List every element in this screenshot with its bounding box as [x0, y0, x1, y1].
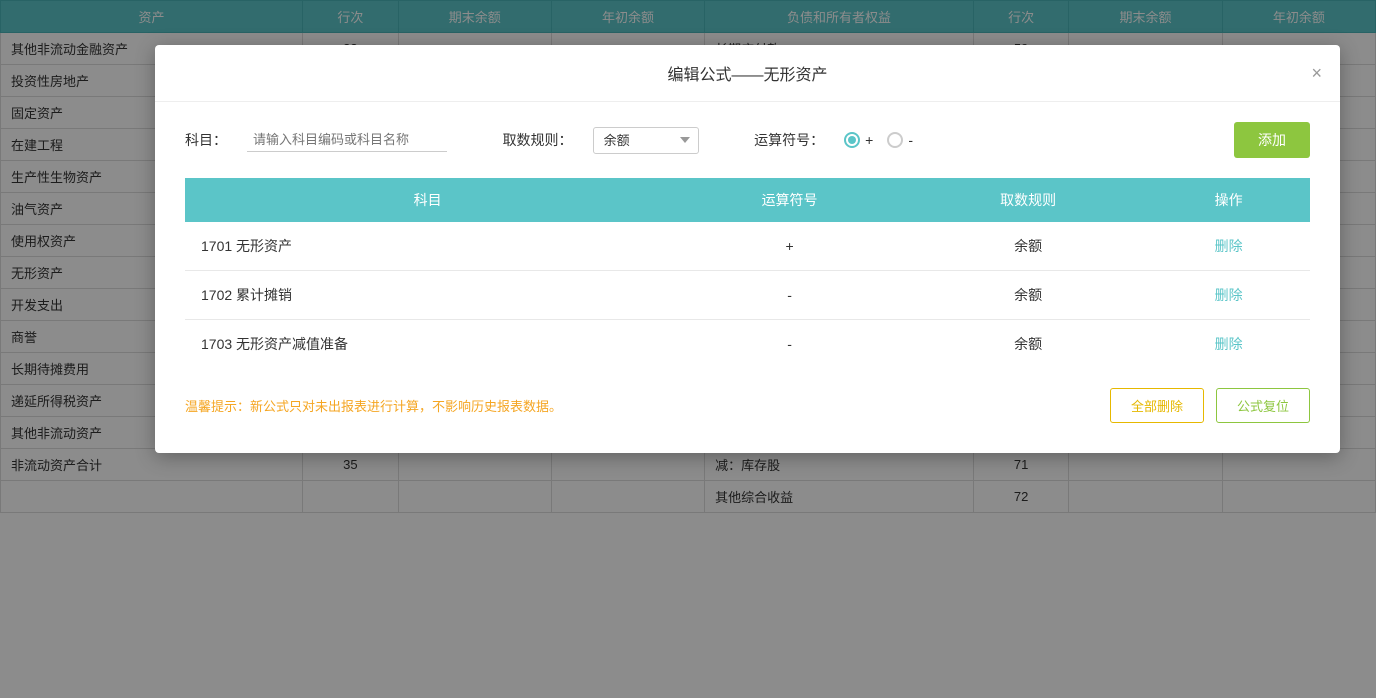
table-row: 1702 累计摊销 - 余额 删除	[185, 271, 1310, 320]
cell-subject-1: 1702 累计摊销	[185, 271, 670, 320]
table-row: 1703 无形资产减值准备 - 余额 删除	[185, 320, 1310, 369]
table-header-row: 科目 运算符号 取数规则 操作	[185, 178, 1310, 222]
th-subject: 科目	[185, 178, 670, 222]
cell-rule-0: 余额	[909, 222, 1148, 271]
formula-table-wrapper: 科目 运算符号 取数规则 操作 1701 无形资产 + 余额 删除 1702 累…	[185, 178, 1310, 368]
cell-subject-2: 1703 无形资产减值准备	[185, 320, 670, 369]
cell-action-1: 删除	[1147, 271, 1310, 320]
close-icon[interactable]: ×	[1311, 64, 1322, 82]
delete-button-0[interactable]: 删除	[1215, 238, 1243, 254]
form-row: 科目： 取数规则： 余额 借方发生额 贷方发生额 运算符号： + -	[155, 102, 1340, 178]
delete-button-1[interactable]: 删除	[1215, 287, 1243, 303]
radio-plus-circle	[844, 132, 860, 148]
th-operator: 运算符号	[670, 178, 909, 222]
separator1	[467, 132, 483, 148]
add-button[interactable]: 添加	[1234, 122, 1310, 158]
delete-all-button[interactable]: 全部删除	[1110, 388, 1204, 423]
reset-formula-button[interactable]: 公式复位	[1216, 388, 1310, 423]
cell-rule-2: 余额	[909, 320, 1148, 369]
cell-operator-1: -	[670, 271, 909, 320]
cell-action-2: 删除	[1147, 320, 1310, 369]
cell-operator-0: +	[670, 222, 909, 271]
rule-label: 取数规则：	[503, 130, 573, 150]
operator-radio-group: + -	[844, 132, 913, 148]
radio-plus[interactable]: +	[844, 132, 873, 148]
operator-label: 运算符号：	[754, 130, 824, 150]
formula-table: 科目 运算符号 取数规则 操作 1701 无形资产 + 余额 删除 1702 累…	[185, 178, 1310, 368]
cell-rule-1: 余额	[909, 271, 1148, 320]
rule-select[interactable]: 余额 借方发生额 贷方发生额	[593, 127, 699, 154]
th-action: 操作	[1147, 178, 1310, 222]
edit-formula-modal: 编辑公式——无形资产 × 科目： 取数规则： 余额 借方发生额 贷方发生额 运算…	[155, 45, 1340, 453]
table-row: 1701 无形资产 + 余额 删除	[185, 222, 1310, 271]
hint-text: 温馨提示：新公式只对未出报表进行计算，不影响历史报表数据。	[185, 396, 562, 415]
delete-button-2[interactable]: 删除	[1215, 336, 1243, 352]
radio-minus-circle	[887, 132, 903, 148]
modal-header: 编辑公式——无形资产 ×	[155, 45, 1340, 102]
subject-input[interactable]	[247, 128, 447, 152]
rule-select-group: 余额 借方发生额 贷方发生额	[593, 127, 699, 154]
modal-title: 编辑公式——无形资产	[667, 61, 827, 85]
minus-label: -	[908, 132, 913, 148]
footer-buttons: 全部删除 公式复位	[1110, 388, 1310, 423]
th-rule: 取数规则	[909, 178, 1148, 222]
cell-action-0: 删除	[1147, 222, 1310, 271]
radio-minus[interactable]: -	[887, 132, 913, 148]
cell-operator-2: -	[670, 320, 909, 369]
modal-footer: 温馨提示：新公式只对未出报表进行计算，不影响历史报表数据。 全部删除 公式复位	[155, 368, 1340, 423]
subject-label: 科目：	[185, 130, 227, 150]
cell-subject-0: 1701 无形资产	[185, 222, 670, 271]
plus-label: +	[865, 132, 873, 148]
separator2	[719, 132, 735, 148]
